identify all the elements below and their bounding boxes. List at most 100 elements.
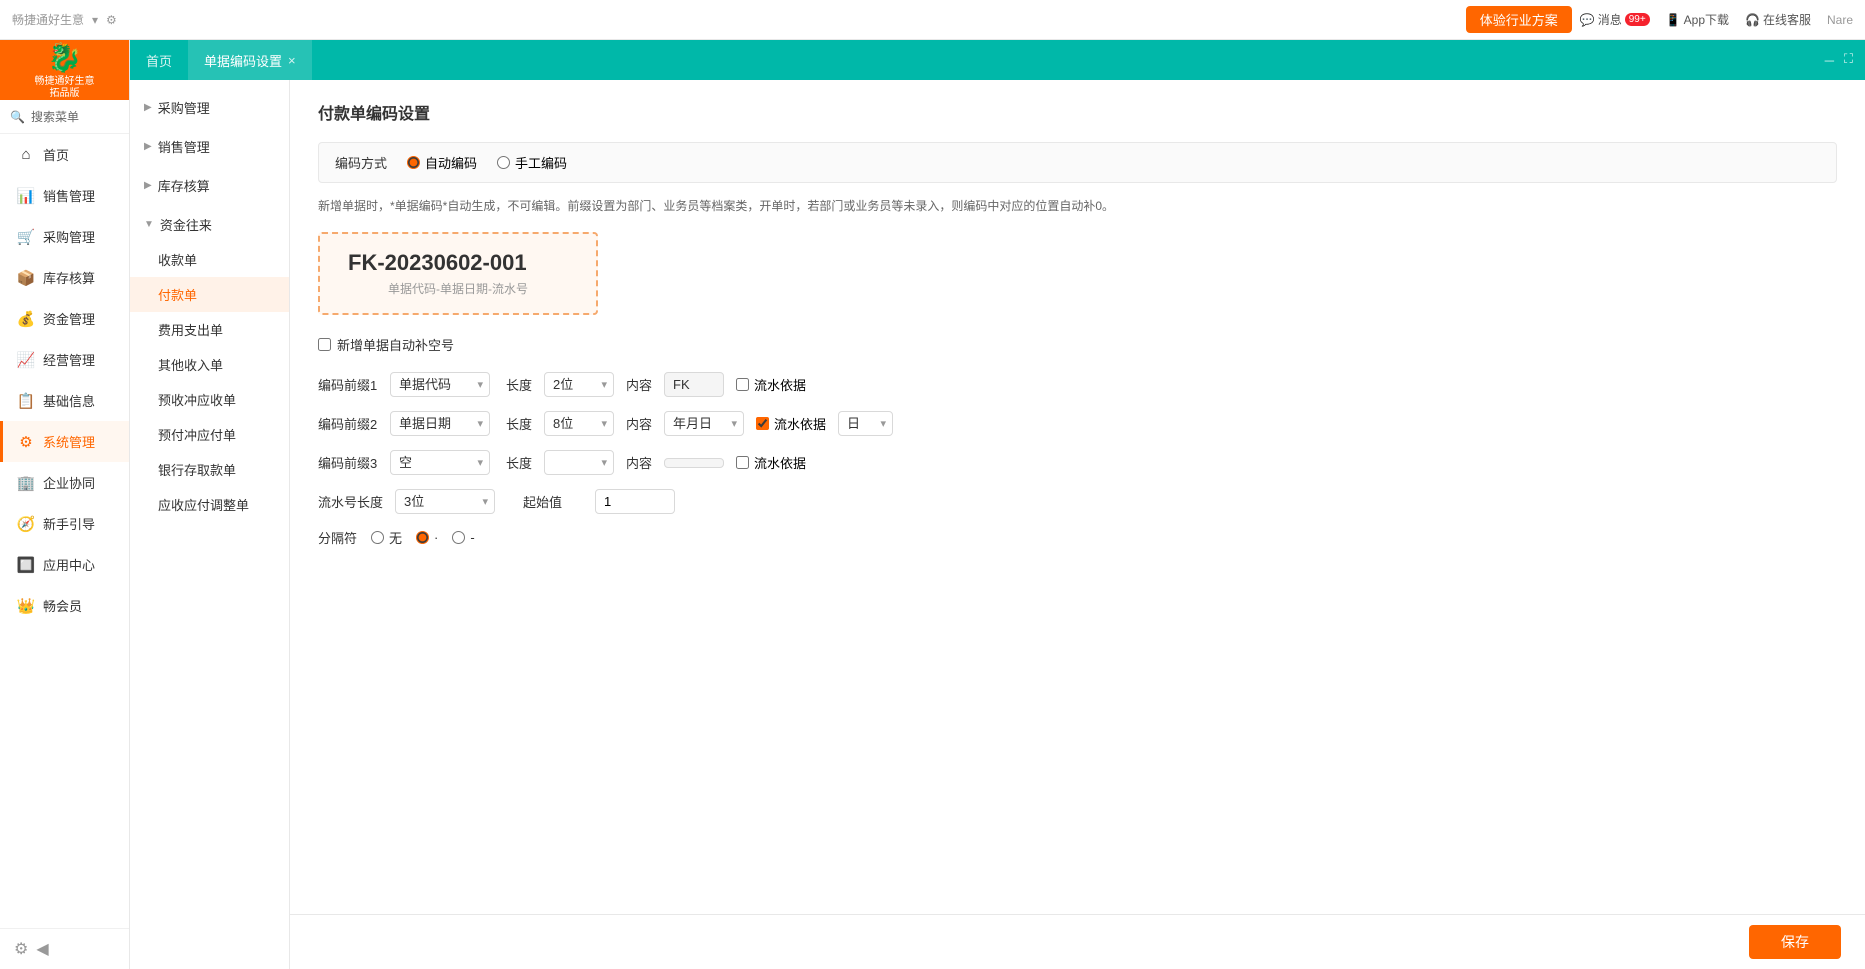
sub-nav-item-expense[interactable]: 费用支出单 xyxy=(130,312,289,347)
collapse-button[interactable]: ◀ xyxy=(36,939,48,959)
settings-icon[interactable]: ⚙ xyxy=(106,13,117,27)
auto-fill-checkbox[interactable] xyxy=(318,338,331,351)
separator-none-radio[interactable] xyxy=(371,531,384,544)
preview-description: 单据代码-单据日期-流水号 xyxy=(348,280,568,297)
sidebar-item-guide[interactable]: 🧭 新手引导 xyxy=(0,503,129,544)
auto-code-option[interactable]: 自动编码 xyxy=(407,153,477,172)
serial-basis1-text: 流水依据 xyxy=(754,375,806,394)
inventory-icon: 📦 xyxy=(17,269,35,287)
length1-select[interactable]: 2位 xyxy=(544,372,614,397)
message-icon-wrap[interactable]: 💬 消息 99+ xyxy=(1580,11,1650,28)
content3-label: 内容 xyxy=(626,453,652,472)
sidebar-search[interactable]: 🔍 搜索菜单 xyxy=(0,100,129,134)
manual-code-radio[interactable] xyxy=(497,156,510,169)
prefix1-select-wrap: 单据代码 xyxy=(390,372,490,397)
message-icon: 💬 xyxy=(1580,13,1595,27)
sidebar: 🐉 畅捷通好生意 拓品版 🔍 搜索菜单 ⌂ 首页 📊 销售管理 🛒 采购管理 xyxy=(0,40,130,969)
content1-label: 内容 xyxy=(626,375,652,394)
content2-select-wrap: 年月日 xyxy=(664,411,744,436)
arrow-icon: ▼ xyxy=(144,219,154,230)
prefix2-select[interactable]: 单据日期 xyxy=(390,411,490,436)
separator-dash-option[interactable]: - xyxy=(452,530,474,545)
serial-basis2-label[interactable]: 流水依据 xyxy=(756,414,826,433)
length1-label: 长度 xyxy=(506,375,532,394)
sub-nav-item-arapp-adjust[interactable]: 应收应付调整单 xyxy=(130,487,289,522)
manual-code-label: 手工编码 xyxy=(515,153,567,172)
enterprise-icon: 🏢 xyxy=(17,474,35,492)
online-service-link[interactable]: 🎧 在线客服 xyxy=(1745,11,1811,28)
length3-select-wrap xyxy=(544,450,614,475)
app-download-link[interactable]: 📱 App下载 xyxy=(1666,11,1729,28)
sub-nav-item-receipt[interactable]: 收款单 xyxy=(130,242,289,277)
auto-code-radio[interactable] xyxy=(407,156,420,169)
sub-nav-item-other-income[interactable]: 其他收入单 xyxy=(130,347,289,382)
length3-select[interactable] xyxy=(544,450,614,475)
save-button[interactable]: 保存 xyxy=(1749,925,1841,959)
description-text: 新增单据时，*单据编码*自动生成，不可编辑。前缀设置为部门、业务员等档案类，开单… xyxy=(318,197,1837,216)
separator-dash-radio[interactable] xyxy=(452,531,465,544)
top-bar-left: 畅捷通好生意 ▾ ⚙ xyxy=(12,11,117,28)
industry-solution-button[interactable]: 体验行业方案 xyxy=(1466,6,1572,33)
content2-select[interactable]: 年月日 xyxy=(664,411,744,436)
sidebar-item-basic[interactable]: 📋 基础信息 xyxy=(0,380,129,421)
length2-select-wrap: 8位 xyxy=(544,411,614,436)
serial-basis3-label[interactable]: 流水依据 xyxy=(736,453,806,472)
logo-text: 畅捷通好生意 拓品版 xyxy=(35,76,95,100)
sidebar-item-label: 首页 xyxy=(43,145,69,164)
sidebar-item-system[interactable]: ⚙ 系统管理 xyxy=(0,421,129,462)
sidebar-item-operation[interactable]: 📈 经营管理 xyxy=(0,339,129,380)
sub-nav-item-prepay-ap[interactable]: 预付冲应付单 xyxy=(130,417,289,452)
sub-nav-group-title-sales[interactable]: ▶ 销售管理 xyxy=(130,129,289,164)
separator-dot-option[interactable]: · xyxy=(416,530,438,545)
preview-box: FK-20230602-001 单据代码-单据日期-流水号 xyxy=(318,232,598,315)
sub-nav-group-title-purchase[interactable]: ▶ 采购管理 xyxy=(130,90,289,125)
separator-none-option[interactable]: 无 xyxy=(371,528,402,547)
tab-home[interactable]: 首页 xyxy=(130,40,188,80)
sub-nav-item-payment[interactable]: 付款单 xyxy=(130,277,289,312)
window-minimize-button[interactable]: － xyxy=(1823,51,1836,70)
group-label: 库存核算 xyxy=(158,176,210,195)
separator-row: 分隔符 无 · - xyxy=(318,528,1837,547)
dropdown-arrow[interactable]: ▾ xyxy=(92,13,98,27)
sub-nav-item-bank[interactable]: 银行存取款单 xyxy=(130,452,289,487)
form-title: 付款单编码设置 xyxy=(318,100,1837,124)
sub-nav-group-title-finance[interactable]: ▼ 资金往来 xyxy=(130,207,289,242)
content2-label: 内容 xyxy=(626,414,652,433)
serial-length-select[interactable]: 3位 xyxy=(395,489,495,514)
app-icon: 📱 xyxy=(1666,13,1681,27)
guide-icon: 🧭 xyxy=(17,515,35,533)
manual-code-option[interactable]: 手工编码 xyxy=(497,153,567,172)
separator-dot-radio[interactable] xyxy=(416,531,429,544)
sidebar-item-purchase[interactable]: 🛒 采购管理 xyxy=(0,216,129,257)
sidebar-item-finance[interactable]: 💰 资金管理 xyxy=(0,298,129,339)
sidebar-item-inventory[interactable]: 📦 库存核算 xyxy=(0,257,129,298)
start-value-input[interactable] xyxy=(595,489,675,514)
sidebar-item-member[interactable]: 👑 畅会员 xyxy=(0,585,129,626)
sidebar-item-home[interactable]: ⌂ 首页 xyxy=(0,134,129,175)
sub-nav-item-prepay-ar[interactable]: 预收冲应收单 xyxy=(130,382,289,417)
sidebar-item-label: 库存核算 xyxy=(43,268,95,287)
user-name[interactable]: Nare xyxy=(1827,13,1853,27)
serial-basis2-checkbox[interactable] xyxy=(756,417,769,430)
separator-dash-label: - xyxy=(470,530,474,545)
length1-select-wrap: 2位 xyxy=(544,372,614,397)
sub-nav-group-title-inventory[interactable]: ▶ 库存核算 xyxy=(130,168,289,203)
prefix1-select[interactable]: 单据代码 xyxy=(390,372,490,397)
tab-encoding-settings[interactable]: 单据编码设置 × xyxy=(188,40,312,80)
settings-bottom-button[interactable]: ⚙ xyxy=(14,939,28,959)
group-label: 采购管理 xyxy=(158,98,210,117)
serial-basis1-label[interactable]: 流水依据 xyxy=(736,375,806,394)
sidebar-item-enterprise[interactable]: 🏢 企业协同 xyxy=(0,462,129,503)
sidebar-item-sales[interactable]: 📊 销售管理 xyxy=(0,175,129,216)
app-center-icon: 🔲 xyxy=(17,556,35,574)
window-maximize-button[interactable]: ⛶ xyxy=(1844,51,1853,70)
serial-basis3-checkbox[interactable] xyxy=(736,456,749,469)
prefix3-select[interactable]: 空 xyxy=(390,450,490,475)
length2-select[interactable]: 8位 xyxy=(544,411,614,436)
tab-close-button[interactable]: × xyxy=(288,53,296,68)
sidebar-item-app[interactable]: 🔲 应用中心 xyxy=(0,544,129,585)
granularity-select[interactable]: 日 xyxy=(838,411,893,436)
serial-basis1-checkbox[interactable] xyxy=(736,378,749,391)
length2-label: 长度 xyxy=(506,414,532,433)
search-label: 搜索菜单 xyxy=(31,108,79,125)
